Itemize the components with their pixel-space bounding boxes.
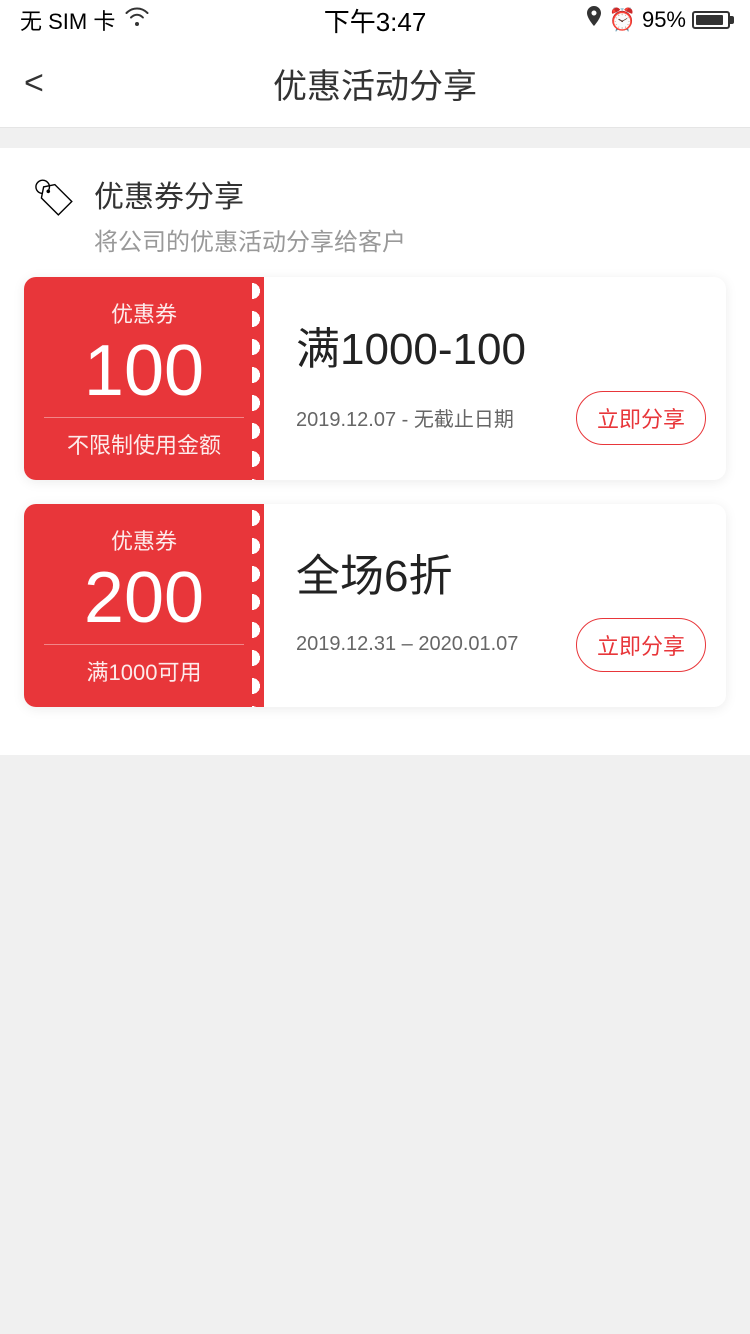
alarm-icon: ⏰: [609, 7, 636, 33]
coupon-amount-2: 200: [84, 562, 204, 634]
coupon-divider-1: [44, 417, 244, 418]
back-button[interactable]: <: [24, 64, 44, 103]
nav-title: 优惠活动分享: [273, 59, 477, 108]
coupon-name-2: 全场6折: [296, 540, 706, 604]
coupon-label-2: 优惠券: [111, 524, 177, 556]
bottom-area: [0, 755, 750, 1255]
section-header: 🏷 优惠券分享 将公司的优惠活动分享给客户: [0, 148, 750, 277]
section-icon: 🏷: [30, 174, 78, 222]
section-subtitle: 将公司的优惠活动分享给客户: [94, 222, 406, 257]
wifi-icon: [123, 7, 151, 33]
coupon-meta-1: 2019.12.07 - 无截止日期 立即分享: [296, 391, 706, 445]
coupon-divider-2: [44, 644, 244, 645]
section-gap-top: [0, 128, 750, 148]
coupon-card-1: 优惠券 100 不限制使用金额 满1000-100 2019.12.07 - 无…: [24, 277, 726, 480]
nav-bar: < 优惠活动分享: [0, 40, 750, 128]
coupon-amount-1: 100: [84, 335, 204, 407]
section-title: 优惠券分享: [94, 172, 406, 216]
coupon-label-1: 优惠券: [111, 297, 177, 329]
coupon-date-2: 2019.12.31 – 2020.01.07: [296, 633, 564, 656]
status-time: 下午3:47: [324, 2, 427, 39]
location-icon: [585, 6, 603, 34]
coupon-meta-2: 2019.12.31 – 2020.01.07 立即分享: [296, 618, 706, 672]
battery-percent: 95%: [642, 7, 686, 33]
battery-icon: [692, 11, 730, 29]
coupon-name-1: 满1000-100: [296, 313, 706, 377]
section-text-wrap: 优惠券分享 将公司的优惠活动分享给客户: [94, 172, 406, 257]
coupon-date-1: 2019.12.07 - 无截止日期: [296, 403, 564, 432]
carrier-label: 无 SIM 卡: [20, 4, 115, 36]
coupon-right-1: 满1000-100 2019.12.07 - 无截止日期 立即分享: [264, 277, 726, 480]
coupon-card-2: 优惠券 200 满1000可用 全场6折 2019.12.31 – 2020.0…: [24, 504, 726, 707]
status-right: ⏰ 95%: [585, 6, 730, 34]
status-left: 无 SIM 卡: [20, 4, 151, 36]
coupon-left-1: 优惠券 100 不限制使用金额: [24, 277, 264, 480]
coupon-left-2: 优惠券 200 满1000可用: [24, 504, 264, 707]
share-button-2[interactable]: 立即分享: [576, 618, 706, 672]
share-button-1[interactable]: 立即分享: [576, 391, 706, 445]
status-bar: 无 SIM 卡 下午3:47 ⏰ 95%: [0, 0, 750, 40]
coupon-condition-2: 满1000可用: [87, 655, 202, 687]
coupon-list: 优惠券 100 不限制使用金额 满1000-100 2019.12.07 - 无…: [0, 277, 750, 755]
coupon-right-2: 全场6折 2019.12.31 – 2020.01.07 立即分享: [264, 504, 726, 707]
coupon-condition-1: 不限制使用金额: [67, 428, 221, 460]
